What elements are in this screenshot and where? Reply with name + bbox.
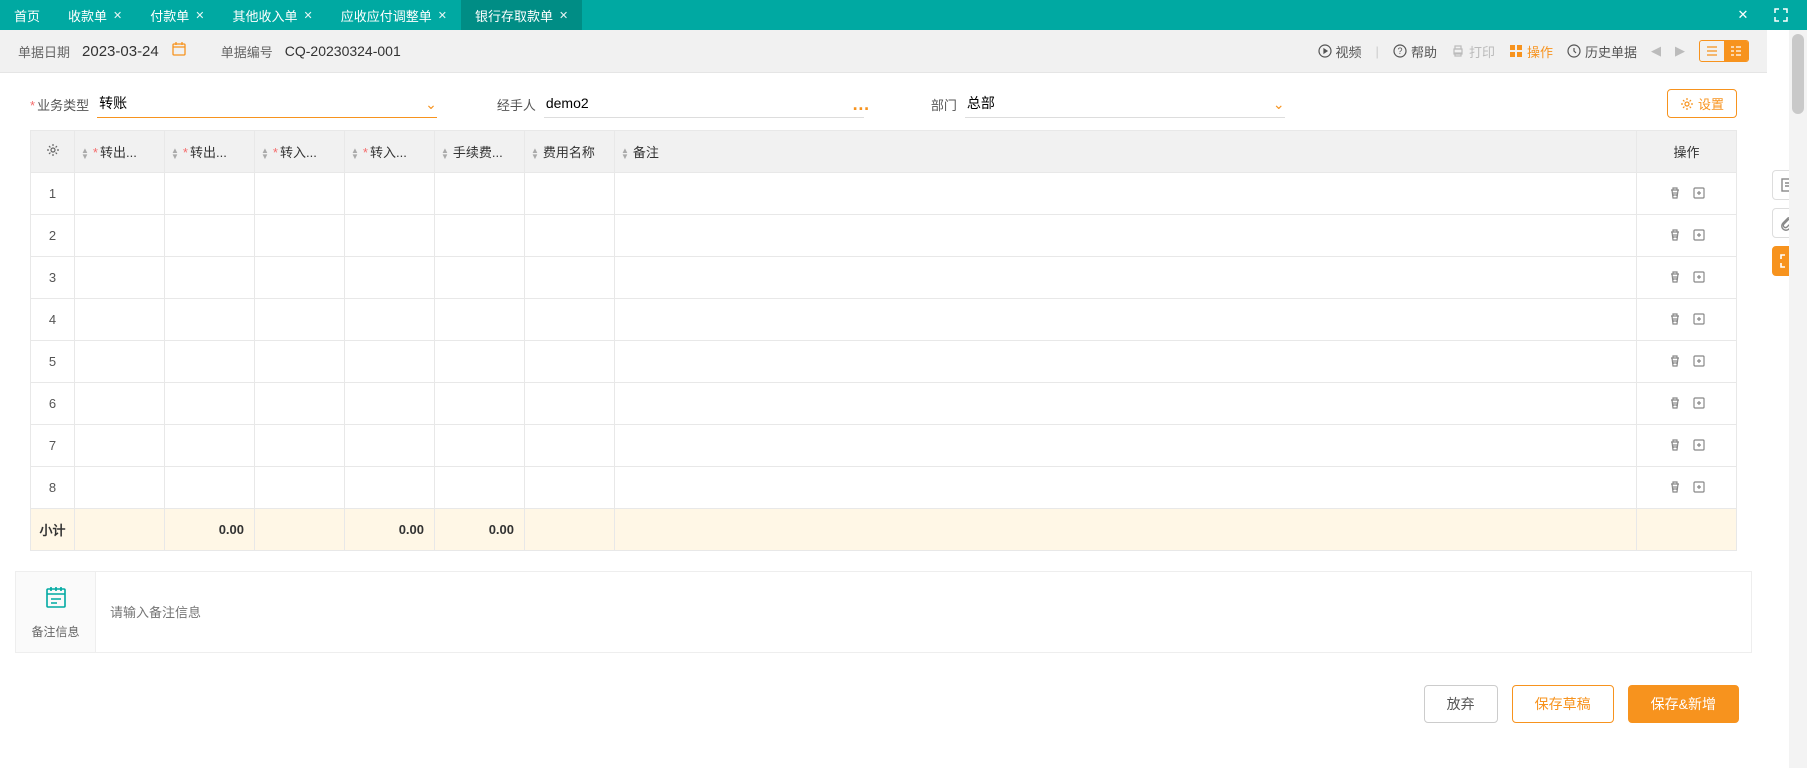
add-row-icon[interactable]: [1690, 310, 1708, 328]
tab-other-income[interactable]: 其他收入单✕: [218, 0, 326, 30]
tab-bank-transfer[interactable]: 银行存取款单✕: [461, 0, 582, 30]
main-panel: 单据日期 2023-03-24 单据编号 CQ-20230324-001 视频 …: [0, 30, 1767, 768]
col-out-amount[interactable]: ▲▼*转出...: [165, 131, 255, 173]
add-row-icon[interactable]: [1690, 352, 1708, 370]
add-row-icon[interactable]: [1690, 478, 1708, 496]
settings-button[interactable]: 设置: [1667, 89, 1737, 118]
table-row[interactable]: 2: [31, 215, 1737, 257]
print-button[interactable]: 打印: [1451, 42, 1495, 61]
delete-row-icon[interactable]: [1666, 436, 1684, 454]
row-number: 7: [31, 425, 75, 467]
table-row[interactable]: 7: [31, 425, 1737, 467]
row-number: 5: [31, 341, 75, 383]
delete-row-icon[interactable]: [1666, 352, 1684, 370]
remarks-side: 备注信息: [16, 572, 96, 652]
fullscreen-icon[interactable]: [1767, 1, 1795, 29]
prev-doc-icon[interactable]: ◀: [1651, 43, 1661, 59]
more-icon[interactable]: …: [852, 94, 871, 115]
view-list-icon[interactable]: [1700, 41, 1724, 61]
row-number: 1: [31, 173, 75, 215]
tab-ar-ap-adjust[interactable]: 应收应付调整单✕: [327, 0, 461, 30]
col-fee[interactable]: ▲▼手续费...: [435, 131, 525, 173]
tab-bar: 首页 收款单✕ 付款单✕ 其他收入单✕ 应收应付调整单✕ 银行存取款单✕ ✕: [0, 0, 1807, 30]
dept-field[interactable]: 部门 ⌄: [931, 91, 1285, 118]
discard-button[interactable]: 放弃: [1424, 685, 1498, 723]
dept-input[interactable]: [965, 91, 1285, 118]
remarks-input[interactable]: [96, 572, 1751, 652]
table-row[interactable]: 6: [31, 383, 1737, 425]
calendar-icon[interactable]: [171, 41, 187, 61]
add-row-icon[interactable]: [1690, 184, 1708, 202]
footer-actions: 放弃 保存草稿 保存&新增: [0, 667, 1767, 723]
notes-icon: [43, 584, 69, 617]
save-new-button[interactable]: 保存&新增: [1628, 685, 1739, 723]
biz-type-field[interactable]: *业务类型 ⌄: [30, 91, 437, 118]
handler-input[interactable]: [544, 91, 864, 118]
close-icon[interactable]: ✕: [559, 9, 568, 22]
col-fee-name[interactable]: ▲▼费用名称: [525, 131, 615, 173]
col-in-account[interactable]: ▲▼*转入...: [255, 131, 345, 173]
tab-home[interactable]: 首页: [0, 0, 54, 30]
date-label: 单据日期: [18, 42, 70, 61]
next-doc-icon[interactable]: ▶: [1675, 43, 1685, 59]
table-row[interactable]: 5: [31, 341, 1737, 383]
vertical-scrollbar[interactable]: [1789, 30, 1807, 768]
delete-row-icon[interactable]: [1666, 310, 1684, 328]
delete-row-icon[interactable]: [1666, 478, 1684, 496]
col-in-amount[interactable]: ▲▼*转入...: [345, 131, 435, 173]
delete-row-icon[interactable]: [1666, 226, 1684, 244]
table-row[interactable]: 1: [31, 173, 1737, 215]
docno-value: CQ-20230324-001: [285, 43, 401, 59]
operate-button[interactable]: 操作: [1509, 42, 1553, 61]
tab-receipt[interactable]: 收款单✕: [54, 0, 136, 30]
close-icon[interactable]: ✕: [195, 9, 204, 22]
delete-row-icon[interactable]: [1666, 394, 1684, 412]
add-row-icon[interactable]: [1690, 268, 1708, 286]
remarks-block: 备注信息: [15, 571, 1752, 653]
col-ops: 操作: [1637, 131, 1737, 173]
video-button[interactable]: 视频: [1318, 42, 1362, 61]
subtotal-row: 小计 0.00 0.00 0.00: [31, 509, 1737, 551]
add-row-icon[interactable]: [1690, 226, 1708, 244]
row-number: 2: [31, 215, 75, 257]
add-row-icon[interactable]: [1690, 436, 1708, 454]
row-number: 6: [31, 383, 75, 425]
data-table: ▲▼*转出... ▲▼*转出... ▲▼*转入... ▲▼*转入... ▲▼手续…: [0, 130, 1767, 551]
row-number: 8: [31, 467, 75, 509]
col-out-account[interactable]: ▲▼*转出...: [75, 131, 165, 173]
history-button[interactable]: 历史单据: [1567, 42, 1637, 61]
close-window-icon[interactable]: ✕: [1729, 1, 1757, 29]
table-row[interactable]: 3: [31, 257, 1737, 299]
chevron-down-icon[interactable]: ⌄: [1273, 96, 1285, 113]
col-remark[interactable]: ▲▼备注: [615, 131, 1637, 173]
row-number: 3: [31, 257, 75, 299]
svg-text:?: ?: [1397, 46, 1402, 56]
toolbar: 单据日期 2023-03-24 单据编号 CQ-20230324-001 视频 …: [0, 30, 1767, 73]
view-toggle: [1699, 40, 1749, 62]
column-config[interactable]: [31, 131, 75, 173]
date-value[interactable]: 2023-03-24: [82, 43, 159, 60]
gear-icon: [46, 145, 60, 160]
biz-type-input[interactable]: [97, 91, 437, 118]
add-row-icon[interactable]: [1690, 394, 1708, 412]
chevron-down-icon[interactable]: ⌄: [425, 96, 437, 113]
form-row: *业务类型 ⌄ 经手人 … 部门 ⌄ 设置: [0, 73, 1767, 130]
table-row[interactable]: 8: [31, 467, 1737, 509]
row-number: 4: [31, 299, 75, 341]
delete-row-icon[interactable]: [1666, 268, 1684, 286]
tab-payment[interactable]: 付款单✕: [136, 0, 218, 30]
close-icon[interactable]: ✕: [113, 9, 122, 22]
docno-label: 单据编号: [221, 42, 273, 61]
scrollbar-thumb[interactable]: [1792, 34, 1804, 114]
close-icon[interactable]: ✕: [438, 9, 447, 22]
delete-row-icon[interactable]: [1666, 184, 1684, 202]
table-row[interactable]: 4: [31, 299, 1737, 341]
view-grid-icon[interactable]: [1724, 41, 1748, 61]
handler-field[interactable]: 经手人 …: [497, 91, 871, 118]
close-icon[interactable]: ✕: [304, 9, 313, 22]
help-button[interactable]: ? 帮助: [1393, 42, 1437, 61]
save-draft-button[interactable]: 保存草稿: [1512, 685, 1614, 723]
